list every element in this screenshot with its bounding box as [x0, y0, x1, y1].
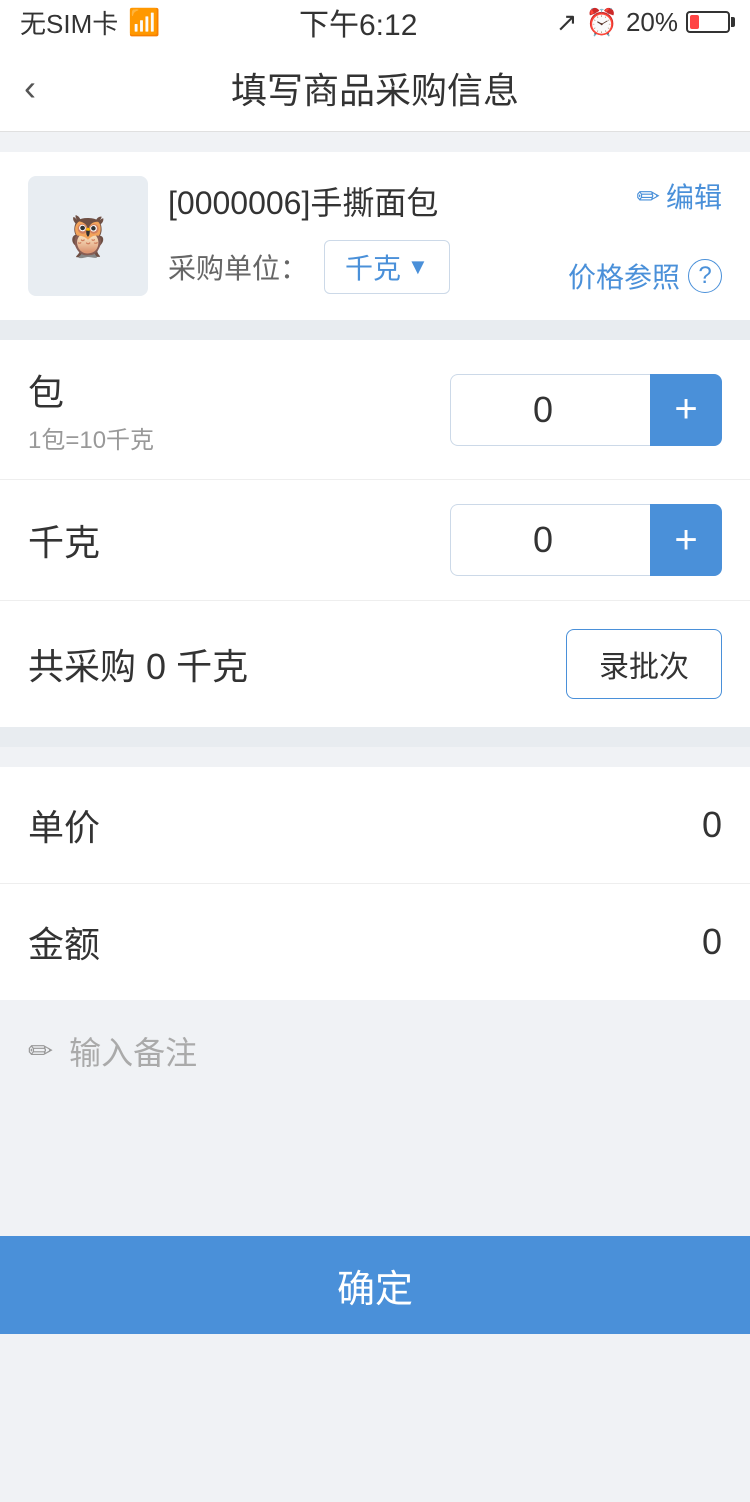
help-icon: ? [688, 259, 722, 293]
status-bar: 无SIM卡 📶 下午6:12 ↗ ⏰ 20% [0, 0, 750, 44]
remark-placeholder: 输入备注 [69, 1028, 197, 1074]
summary-text: 共采购 0 千克 [28, 638, 248, 690]
summary-num: 0 [146, 646, 166, 687]
bag-sub-label: 1包=10千克 [28, 420, 430, 455]
status-left: 无SIM卡 📶 [20, 4, 161, 41]
input-section: 包 1包=10千克 + 千克 + [0, 340, 750, 601]
edit-label: 编辑 [666, 176, 722, 216]
carrier-text: 无SIM卡 [20, 4, 118, 41]
bag-quantity-input[interactable] [450, 374, 650, 446]
location-icon: ↗ [556, 7, 578, 38]
kg-label-group: 千克 [28, 514, 430, 566]
bag-plus-button[interactable]: + [650, 374, 722, 446]
input-row-bags: 包 1包=10千克 + [0, 340, 750, 480]
product-card: 🦉 [0000006]手撕面包 采购单位： 千克 ▼ ✏ 编辑 价格参照 ? [0, 152, 750, 320]
edit-icon: ✏ [637, 180, 660, 213]
unit-select[interactable]: 千克 ▼ [324, 240, 450, 294]
status-right: ↗ ⏰ 20% [556, 7, 730, 38]
edit-button[interactable]: ✏ 编辑 [637, 176, 722, 216]
status-time: 下午6:12 [299, 0, 417, 44]
wifi-icon: 📶 [128, 7, 160, 38]
unit-value: 千克 [345, 247, 401, 287]
alarm-icon: ⏰ [586, 7, 618, 38]
unit-dropdown-arrow: ▼ [407, 254, 429, 280]
unit-price-row: 单价 0 [0, 767, 750, 884]
kg-plus-button[interactable]: + [650, 504, 722, 576]
amount-label: 金额 [28, 916, 100, 968]
unit-price-value: 0 [702, 804, 722, 846]
back-button[interactable]: ‹ [24, 67, 36, 109]
summary-label: 共采购 [28, 646, 136, 687]
confirm-button[interactable]: 确定 [0, 1236, 750, 1334]
kg-quantity-input[interactable] [450, 504, 650, 576]
bag-quantity-wrapper: + [450, 374, 722, 446]
bag-main-label: 包 [28, 364, 430, 416]
bag-label-group: 包 1包=10千克 [28, 364, 430, 455]
price-ref-button[interactable]: 价格参照 ? [568, 256, 722, 296]
unit-price-label: 单价 [28, 799, 100, 851]
page-title: 填写商品采购信息 [231, 62, 519, 114]
summary-unit-text: 千克 [176, 646, 248, 687]
amount-value: 0 [702, 921, 722, 963]
pencil-icon: ✏ [28, 1034, 53, 1069]
remark-section[interactable]: ✏ 输入备注 [0, 1000, 750, 1102]
nav-bar: ‹ 填写商品采购信息 [0, 44, 750, 132]
batch-button[interactable]: 录批次 [566, 629, 722, 699]
kg-quantity-wrapper: + [450, 504, 722, 576]
amount-row: 金额 0 [0, 884, 750, 1000]
kg-main-label: 千克 [28, 514, 430, 566]
battery-percent: 20% [626, 7, 678, 38]
section-divider-2 [0, 727, 750, 747]
price-ref-label: 价格参照 [568, 256, 680, 296]
input-row-kg: 千克 + [0, 480, 750, 601]
product-image: 🦉 [28, 176, 148, 296]
summary-row: 共采购 0 千克 录批次 [0, 601, 750, 727]
unit-label: 采购单位： [168, 247, 308, 287]
section-divider-1 [0, 320, 750, 340]
product-logo: 🦉 [63, 213, 113, 260]
battery-icon [686, 11, 730, 33]
price-section: 单价 0 金额 0 [0, 767, 750, 1000]
